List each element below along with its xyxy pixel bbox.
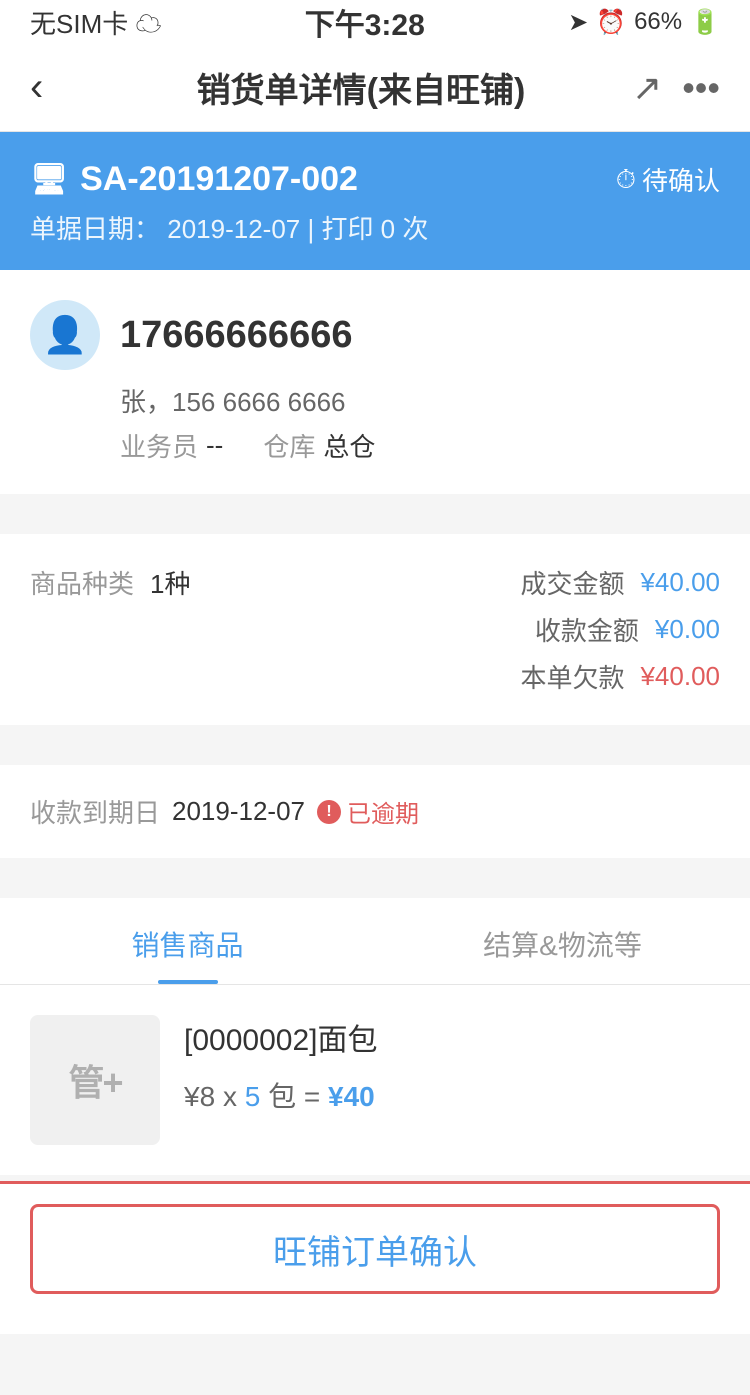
order-number: 🖥 SA-20191207-002 [30, 160, 358, 199]
amount-value-2: ¥0.00 [655, 614, 720, 645]
date-label: 单据日期： [30, 214, 160, 244]
warehouse-value: 总仓 [323, 427, 375, 464]
product-price-row: ¥8 x 5 包 = ¥40 [184, 1075, 720, 1115]
overdue-badge: ! 已逾期 [317, 794, 419, 829]
customer-meta: 业务员 -- 仓库 总仓 [120, 427, 720, 464]
divider-2 [0, 745, 750, 765]
summary-card: 商品种类 1种 成交金额 ¥40.00 收款金额 ¥0.00 本单欠款 ¥40.… [0, 534, 750, 725]
customer-row: 👤 17666666666 [30, 300, 720, 370]
type-value: 1种 [150, 564, 190, 601]
order-number-text: SA-20191207-002 [80, 160, 358, 199]
more-icon[interactable]: ••• [682, 67, 720, 109]
warehouse-info: 仓库 总仓 [263, 427, 375, 464]
tab-sales-products[interactable]: 销售商品 [0, 898, 375, 984]
amount-row-2: 收款金额 ¥0.00 [535, 611, 720, 648]
product-thumb-inner: 管+ [68, 1054, 121, 1106]
product-thumbnail: 管+ [30, 1015, 160, 1145]
nav-actions: ↗︎ ••• [632, 67, 720, 109]
tab-bar: 销售商品 结算&物流等 [0, 898, 750, 985]
divider-3 [0, 878, 750, 898]
amount-label-3: 本单欠款 [520, 658, 624, 695]
location-icon: ➤ [568, 8, 588, 37]
status-time: 下午3:28 [305, 0, 425, 44]
customer-name-phone: 张，156 6666 6666 [120, 382, 720, 419]
amount-label-2: 收款金额 [535, 611, 639, 648]
salesman-info: 业务员 -- [120, 427, 223, 464]
battery-text: 66% [634, 8, 682, 36]
avatar-icon: 👤 [43, 314, 88, 356]
battery-icon: 🔋 [690, 8, 720, 37]
salesman-value: -- [206, 430, 223, 461]
order-status: ⏱ 待确认 [616, 161, 720, 198]
customer-phone[interactable]: 17666666666 [120, 314, 352, 357]
order-header-top: 🖥 SA-20191207-002 ⏱ 待确认 [30, 160, 720, 199]
order-icon: 🖥 [30, 162, 68, 197]
product-info: [0000002]面包 ¥8 x 5 包 = ¥40 [184, 1015, 720, 1115]
amount-value-1: ¥40.00 [640, 567, 720, 598]
status-time-icon: ⏱ [616, 164, 636, 196]
amount-label-1: 成交金额 [520, 564, 624, 601]
tab-settlement[interactable]: 结算&物流等 [375, 898, 750, 984]
product-title: 面包 [317, 1024, 377, 1057]
due-date-value: 2019-12-07 [172, 796, 305, 827]
salesman-label: 业务员 [120, 427, 198, 464]
bottom-bar: 旺铺订单确认 [0, 1181, 750, 1334]
summary-right: 成交金额 ¥40.00 收款金额 ¥0.00 本单欠款 ¥40.00 [520, 564, 720, 695]
status-left: 无SIM卡 ☁ [30, 4, 161, 41]
amount-row-3: 本单欠款 ¥40.00 [520, 658, 720, 695]
due-card: 收款到期日 2019-12-07 ! 已逾期 [0, 765, 750, 858]
summary-left: 商品种类 1种 [30, 564, 520, 601]
overdue-text: 已逾期 [347, 794, 419, 829]
warehouse-label: 仓库 [263, 427, 315, 464]
customer-avatar: 👤 [30, 300, 100, 370]
customer-card: 👤 17666666666 张，156 6666 6666 业务员 -- 仓库 … [0, 270, 750, 494]
product-multiply: x [223, 1081, 245, 1112]
divider-1 [0, 514, 750, 534]
product-total: ¥40 [328, 1081, 375, 1112]
status-bar: 无SIM卡 ☁ 下午3:28 ➤ ⏰ 66% 🔋 [0, 0, 750, 44]
page-title: 销货单详情(来自旺铺) [90, 63, 632, 112]
order-header: 🖥 SA-20191207-002 ⏱ 待确认 单据日期： 2019-12-07… [0, 132, 750, 270]
product-price: ¥8 [184, 1081, 215, 1112]
order-date: 2019-12-07 [167, 214, 300, 244]
print-info: | 打印 0 次 [307, 214, 428, 244]
product-code: [0000002] [184, 1024, 317, 1057]
amount-value-3: ¥40.00 [640, 661, 720, 692]
product-item: 管+ [0000002]面包 ¥8 x 5 包 = ¥40 [0, 985, 750, 1175]
status-text: 待确认 [642, 161, 720, 198]
amount-row-1: 成交金额 ¥40.00 [520, 564, 720, 601]
overdue-dot-icon: ! [317, 800, 341, 824]
order-date-line: 单据日期： 2019-12-07 | 打印 0 次 [30, 209, 720, 246]
due-label: 收款到期日 [30, 793, 160, 830]
back-button[interactable]: ‹ [30, 65, 90, 110]
product-name: [0000002]面包 [184, 1015, 720, 1059]
product-list: 管+ [0000002]面包 ¥8 x 5 包 = ¥40 [0, 985, 750, 1175]
product-equals: = [304, 1081, 328, 1112]
product-unit: 包 [268, 1081, 296, 1112]
alarm-icon: ⏰ [596, 8, 626, 37]
nav-bar: ‹ 销货单详情(来自旺铺) ↗︎ ••• [0, 44, 750, 132]
no-sim-text: 无SIM卡 ☁ [30, 4, 161, 41]
product-logo: 管+ [68, 1054, 121, 1106]
product-qty: 5 [245, 1081, 261, 1112]
type-label: 商品种类 [30, 564, 134, 601]
confirm-order-button[interactable]: 旺铺订单确认 [30, 1204, 720, 1294]
share-icon[interactable]: ↗︎ [632, 67, 662, 109]
status-right: ➤ ⏰ 66% 🔋 [568, 8, 720, 37]
